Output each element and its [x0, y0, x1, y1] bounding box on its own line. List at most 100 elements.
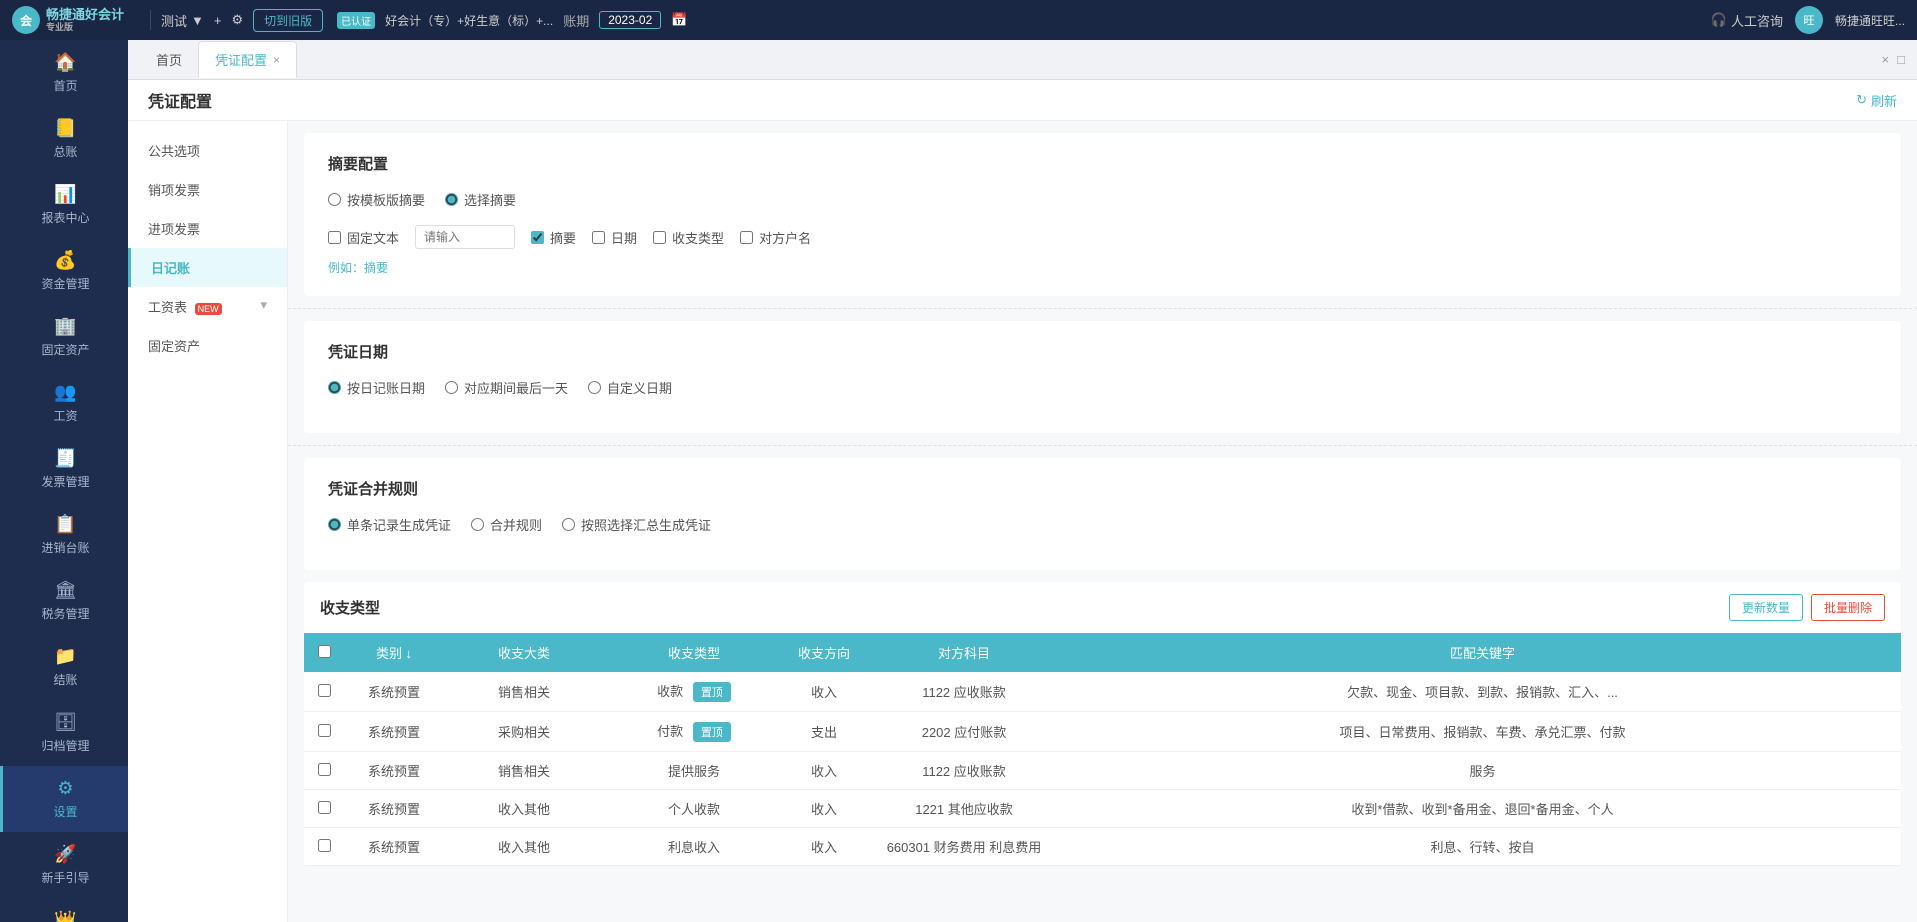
- tab-close-button[interactable]: ×: [273, 53, 280, 67]
- main-layout: 🏠 首页 📒 总账 📊 报表中心 💰 资金管理 🏢 固定资产 👥 工资 🧾 发票…: [0, 40, 1917, 922]
- select-all-checkbox[interactable]: [318, 645, 331, 658]
- checkbox-date-input[interactable]: [592, 231, 605, 244]
- sidebar-item-member[interactable]: 👑 畅会员: [0, 898, 128, 922]
- row-check-4[interactable]: [318, 839, 331, 852]
- row-direction-2: 收入: [784, 752, 864, 790]
- radio-select-input[interactable]: [445, 193, 458, 206]
- checkbox-income-type-input[interactable]: [653, 231, 666, 244]
- logo-icon: 会: [12, 6, 40, 34]
- table-row: 系统预置 采购相关 付款 置顶 支出 2202 应付账款 项目、日常费用、报销款…: [304, 712, 1901, 752]
- radio-last-day[interactable]: 对应期间最后一天: [445, 378, 568, 397]
- refresh-icon: ↻: [1856, 92, 1867, 108]
- window-close-icon[interactable]: ×: [1882, 52, 1890, 67]
- user-name: 畅捷通旺旺...: [1835, 12, 1905, 29]
- sub-nav-payroll[interactable]: 工资表 NEW ▾: [128, 287, 287, 326]
- batch-delete-button[interactable]: 批量删除: [1811, 594, 1885, 621]
- checkbox-income-type[interactable]: 收支类型: [653, 228, 724, 247]
- radio-select[interactable]: 选择摘要: [445, 190, 516, 209]
- table-actions: 更新数量 批量删除: [1729, 594, 1885, 621]
- checkbox-counterparty[interactable]: 对方户名: [740, 228, 811, 247]
- ledger-icon: 📒: [54, 118, 76, 139]
- sub-nav-journal[interactable]: 日记账: [128, 248, 287, 287]
- radio-last-day-input[interactable]: [445, 381, 458, 394]
- radio-summary-input[interactable]: [562, 518, 575, 531]
- sidebar-item-assets[interactable]: 🏢 固定资产: [0, 304, 128, 370]
- top-tag-1[interactable]: 置顶: [693, 722, 731, 742]
- sidebar-item-reports[interactable]: 📊 报表中心: [0, 172, 128, 238]
- sub-nav-sales-invoice[interactable]: 销项发票: [128, 170, 287, 209]
- sidebar-item-settings[interactable]: ⚙ 设置: [0, 766, 128, 832]
- switch-version-button[interactable]: 切到旧版: [253, 9, 323, 32]
- checkbox-fixed-text-input[interactable]: [328, 231, 341, 244]
- sidebar-item-home[interactable]: 🏠 首页: [0, 40, 128, 106]
- window-maximize-icon[interactable]: □: [1897, 52, 1905, 67]
- tab-home[interactable]: 首页: [140, 42, 198, 77]
- add-button[interactable]: +: [214, 13, 222, 28]
- funds-icon: 💰: [54, 250, 76, 271]
- sub-nav-purchase-invoice[interactable]: 进项发票: [128, 209, 287, 248]
- sub-nav-fixed-assets[interactable]: 固定资产: [128, 326, 287, 365]
- sidebar-label-home: 首页: [53, 77, 77, 94]
- sidebar-label-settings: 设置: [53, 803, 77, 820]
- row-type-3: 个人收款: [604, 790, 784, 828]
- radio-single[interactable]: 单条记录生成凭证: [328, 515, 451, 534]
- sub-nav-public[interactable]: 公共选项: [128, 131, 287, 170]
- sidebar-item-close[interactable]: 📁 结账: [0, 634, 128, 700]
- sidebar-item-invoice[interactable]: 🧾 发票管理: [0, 436, 128, 502]
- row-check-3[interactable]: [318, 801, 331, 814]
- radio-custom-date-input[interactable]: [588, 381, 601, 394]
- sidebar-item-ledger[interactable]: 📒 总账: [0, 106, 128, 172]
- row-checkbox-4: [304, 828, 344, 866]
- row-account-2: 1122 应收账款: [864, 752, 1064, 790]
- radio-journal-date[interactable]: 按日记账日期: [328, 378, 425, 397]
- radio-single-input[interactable]: [328, 518, 341, 531]
- sidebar-label-invoice: 发票管理: [41, 473, 89, 490]
- table-header-row: 类别 ↓ 收支大类 收支类型 收支方向 对方科目 匹配关键字: [304, 633, 1901, 672]
- sidebar-item-funds[interactable]: 💰 资金管理: [0, 238, 128, 304]
- settings-icon[interactable]: ⚙: [231, 12, 243, 28]
- radio-journal-date-input[interactable]: [328, 381, 341, 394]
- top-tag-0[interactable]: 置顶: [693, 682, 731, 702]
- calendar-icon: 📅: [671, 12, 687, 28]
- sidebar-item-purchase[interactable]: 📋 进销台账: [0, 502, 128, 568]
- radio-custom-date[interactable]: 自定义日期: [588, 378, 672, 397]
- expand-icon-payroll: ▾: [260, 297, 267, 313]
- row-check-2[interactable]: [318, 763, 331, 776]
- row-type-1: 付款 置顶: [604, 712, 784, 752]
- consult-button[interactable]: 🎧 人工咨询: [1711, 11, 1783, 30]
- company-selector[interactable]: 测试 ▼: [161, 11, 204, 30]
- home-icon: 🏠: [54, 52, 76, 73]
- radio-template[interactable]: 按模板版摘要: [328, 190, 425, 209]
- tab-voucher-config[interactable]: 凭证配置 ×: [198, 41, 297, 78]
- checkbox-counterparty-input[interactable]: [740, 231, 753, 244]
- row-direction-1: 支出: [784, 712, 864, 752]
- checkbox-summary-input[interactable]: [531, 231, 544, 244]
- row-type-0: 收款 置顶: [604, 672, 784, 712]
- sidebar-item-guide[interactable]: 🚀 新手引导: [0, 832, 128, 898]
- sidebar-item-salary[interactable]: 👥 工资: [0, 370, 128, 436]
- checkbox-fixed-text[interactable]: 固定文本: [328, 228, 399, 247]
- sidebar-item-tax[interactable]: 🏛 税务管理: [0, 568, 128, 634]
- update-count-button[interactable]: 更新数量: [1729, 594, 1803, 621]
- period-value[interactable]: 2023-02: [599, 11, 661, 29]
- date-radio-group: 按日记账日期 对应期间最后一天 自定义日期: [328, 378, 1877, 397]
- th-account: 对方科目: [864, 633, 1064, 672]
- th-big-category: 收支大类: [444, 633, 604, 672]
- row-check-0[interactable]: [318, 684, 331, 697]
- row-keywords-3: 收到*借款、收到*备用金、退回*备用金、个人: [1064, 790, 1901, 828]
- summary-checkbox-group: 固定文本 摘要 日期 收支类型: [328, 225, 1877, 249]
- radio-merge[interactable]: 合并规则: [471, 515, 542, 534]
- refresh-button[interactable]: ↻ 刷新: [1856, 91, 1897, 110]
- radio-merge-input[interactable]: [471, 518, 484, 531]
- checkbox-summary[interactable]: 摘要: [531, 228, 576, 247]
- th-category[interactable]: 类别 ↓: [344, 633, 444, 672]
- radio-template-input[interactable]: [328, 193, 341, 206]
- radio-summary[interactable]: 按照选择汇总生成凭证: [562, 515, 711, 534]
- row-keywords-0: 欠款、现金、项目款、到款、报销款、汇入、...: [1064, 672, 1901, 712]
- top-bar-divider: [150, 10, 151, 30]
- checkbox-date[interactable]: 日期: [592, 228, 637, 247]
- fixed-text-input[interactable]: [415, 225, 515, 249]
- sidebar-item-archive[interactable]: 🗄 归档管理: [0, 700, 128, 766]
- sidebar-label-funds: 资金管理: [41, 275, 89, 292]
- row-check-1[interactable]: [318, 724, 331, 737]
